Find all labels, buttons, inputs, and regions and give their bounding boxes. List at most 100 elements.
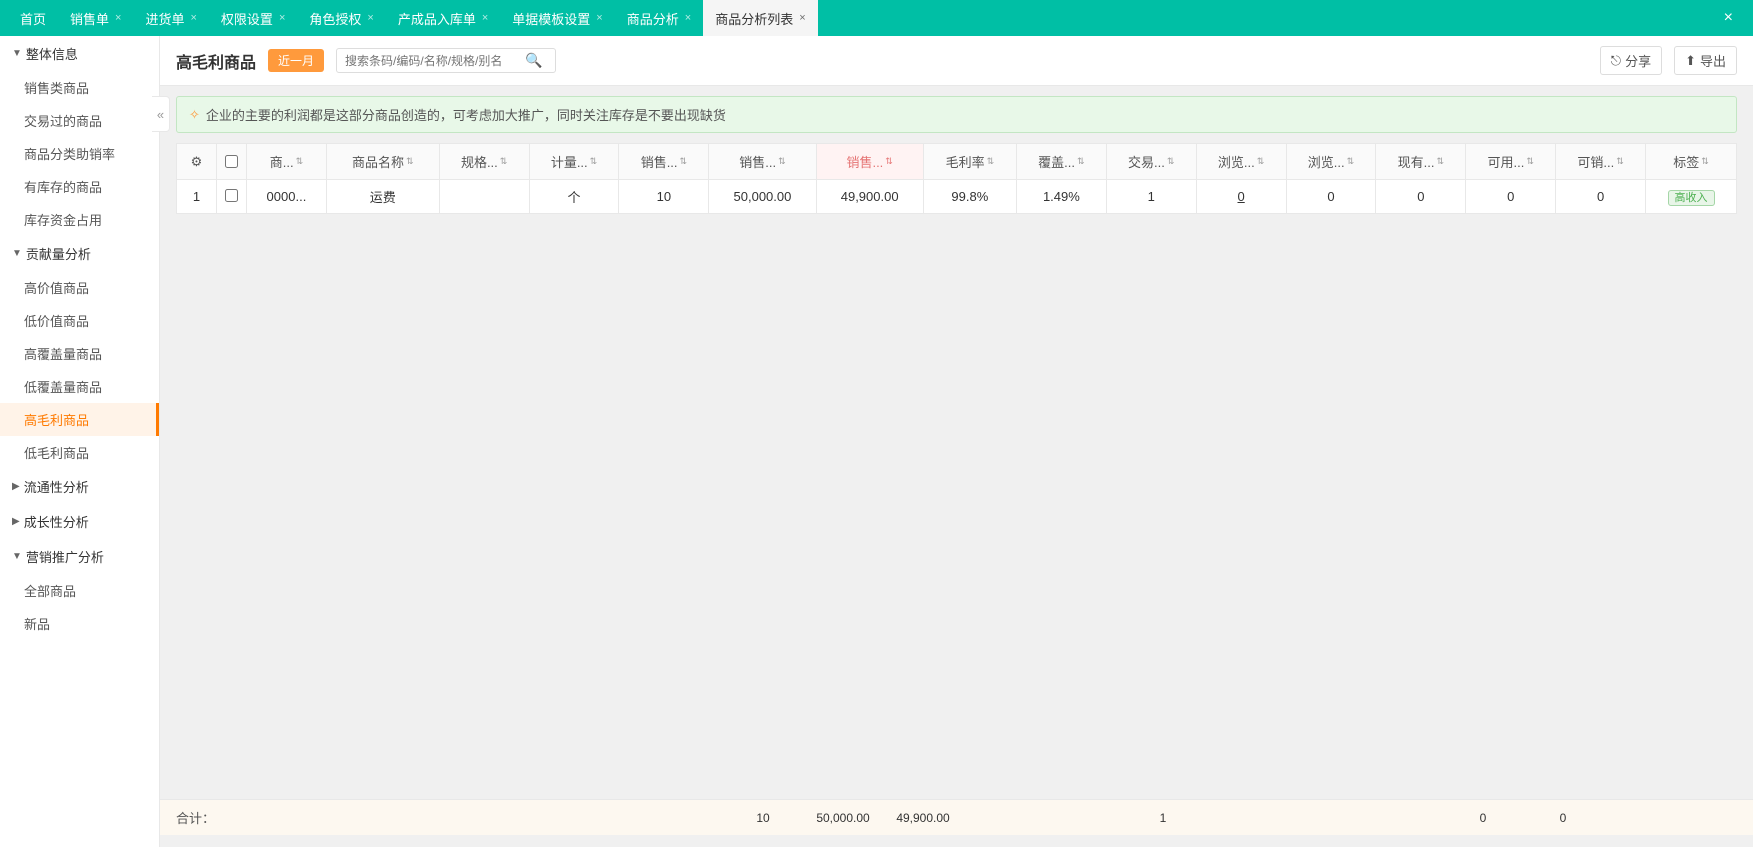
col-available[interactable]: 可用... ⇅ (1466, 144, 1556, 180)
footer-available: 0 (1443, 811, 1523, 825)
sidebar-group-marketing[interactable]: ▼ 营销推广分析 (0, 539, 159, 574)
sidebar-item-high-value[interactable]: 高价值商品 (0, 271, 159, 304)
col-saleable[interactable]: 可销... ⇅ (1556, 144, 1646, 180)
sidebar-item-all-goods[interactable]: 全部商品 (0, 574, 159, 607)
close-icon[interactable]: × (596, 12, 602, 24)
cell-tag: 高收入 (1646, 180, 1737, 214)
sidebar-collapse-button[interactable]: « (152, 96, 170, 132)
col-code[interactable]: 商... ⇅ (247, 144, 327, 180)
sidebar-group-circulation[interactable]: ▶ 流通性分析 (0, 469, 159, 504)
cell-gross-rate: 99.8% (923, 180, 1016, 214)
cell-unit: 个 (529, 180, 619, 214)
close-icon[interactable]: × (279, 12, 285, 24)
data-table: ⚙ 商... ⇅ (176, 143, 1737, 214)
cell-trade-count: 1 (1106, 180, 1196, 214)
sidebar-item-category-rate[interactable]: 商品分类助销率 (0, 137, 159, 170)
nav-sales-order[interactable]: 销售单 × (58, 0, 133, 36)
sidebar-item-sales-goods[interactable]: 销售类商品 (0, 71, 159, 104)
nav-template-settings[interactable]: 单据模板设置 × (500, 0, 614, 36)
sort-icon: ⇅ (500, 156, 508, 167)
col-view2[interactable]: 浏览... ⇅ (1286, 144, 1376, 180)
sort-icon: ⇅ (1616, 156, 1624, 167)
arrow-down-icon: ▼ (12, 551, 22, 562)
footer-saleable: 0 (1523, 811, 1603, 825)
col-unit[interactable]: 计量... ⇅ (529, 144, 619, 180)
sort-icon: ⇅ (1257, 156, 1265, 167)
sidebar-group-overall[interactable]: ▼ 整体信息 (0, 36, 159, 71)
sort-icon: ⇅ (987, 156, 995, 167)
cell-code: 0000... (247, 180, 327, 214)
col-sale-qty[interactable]: 销售... ⇅ (619, 144, 709, 180)
nav-home[interactable]: 首页 (8, 0, 58, 36)
search-input[interactable] (345, 54, 525, 68)
share-button[interactable]: ⎋ 分享 (1600, 46, 1662, 75)
col-stock[interactable]: 现有... ⇅ (1376, 144, 1466, 180)
export-button[interactable]: ⬆ 导出 (1674, 46, 1737, 75)
sidebar-group-growth[interactable]: ▶ 成长性分析 (0, 504, 159, 539)
sort-icon: ⇅ (885, 156, 893, 167)
cell-stock: 0 (1376, 180, 1466, 214)
sidebar-item-stock-funds[interactable]: 库存资金占用 (0, 203, 159, 236)
nav-product-analysis[interactable]: 商品分析 × (615, 0, 703, 36)
row-checkbox[interactable] (225, 189, 238, 202)
sort-icon: ⇅ (296, 156, 304, 167)
col-coverage[interactable]: 覆盖... ⇅ (1016, 144, 1106, 180)
search-icon[interactable]: 🔍 (525, 52, 542, 69)
horizontal-scrollbar[interactable] (176, 835, 1737, 847)
arrow-down-icon: ▼ (12, 248, 22, 259)
sidebar-item-low-value[interactable]: 低价值商品 (0, 304, 159, 337)
close-icon[interactable]: × (115, 12, 121, 24)
nav-purchase-order[interactable]: 进货单 × (133, 0, 208, 36)
top-navigation: 首页 销售单 × 进货单 × 权限设置 × 角色授权 × 产成品入库单 × 单据… (0, 0, 1753, 36)
table-row: 1 0000... 运费 (177, 180, 1737, 214)
sidebar: ▼ 整体信息 销售类商品 交易过的商品 商品分类助销率 有库存的商品 库存资金占… (0, 36, 160, 847)
info-banner: ✧ 企业的主要的利润都是这部分商品创造的，可考虑加大推广，同时关注库存是不要出现… (176, 96, 1737, 133)
page-title: 高毛利商品 (176, 49, 256, 73)
sidebar-item-low-coverage[interactable]: 低覆盖量商品 (0, 370, 159, 403)
nav-role-auth[interactable]: 角色授权 × (297, 0, 385, 36)
settings-icon[interactable]: ⚙ (191, 154, 203, 170)
sidebar-item-high-gross[interactable]: 高毛利商品 (0, 403, 159, 436)
sidebar-item-low-gross[interactable]: 低毛利商品 (0, 436, 159, 469)
close-icon[interactable]: × (367, 12, 373, 24)
col-sale-profit[interactable]: 销售... ⇅ (816, 144, 923, 180)
col-name[interactable]: 商品名称 ⇅ (326, 144, 439, 180)
cell-sale-profit: 49,900.00 (816, 180, 923, 214)
col-gross-rate[interactable]: 毛利率 ⇅ (923, 144, 1016, 180)
sidebar-group-contribution[interactable]: ▼ 贡献量分析 (0, 236, 159, 271)
col-tag[interactable]: 标签 ⇅ (1646, 144, 1737, 180)
sort-icon: ⇅ (1347, 156, 1355, 167)
cell-spec (439, 180, 529, 214)
nav-product-analysis-list[interactable]: 商品分析列表 × (703, 0, 817, 36)
window-close-button[interactable]: × (1712, 9, 1745, 27)
nav-permission-settings[interactable]: 权限设置 × (209, 0, 297, 36)
arrow-down-icon: ▼ (12, 48, 22, 59)
close-icon[interactable]: × (799, 12, 805, 24)
sidebar-item-traded-goods[interactable]: 交易过的商品 (0, 104, 159, 137)
cell-coverage: 1.49% (1016, 180, 1106, 214)
sidebar-item-new-goods[interactable]: 新品 (0, 607, 159, 640)
close-icon[interactable]: × (190, 12, 196, 24)
col-index: ⚙ (177, 144, 217, 180)
col-trade-count[interactable]: 交易... ⇅ (1106, 144, 1196, 180)
table-footer: 合计： 10 50,000.00 49,900.00 1 (160, 799, 1753, 835)
select-all-checkbox[interactable] (225, 155, 238, 168)
arrow-right-icon: ▶ (12, 481, 20, 492)
cell-saleable: 0 (1556, 180, 1646, 214)
col-spec[interactable]: 规格... ⇅ (439, 144, 529, 180)
close-icon[interactable]: × (685, 12, 691, 24)
sidebar-item-high-coverage[interactable]: 高覆盖量商品 (0, 337, 159, 370)
close-icon[interactable]: × (482, 12, 488, 24)
cell-sale-amt: 50,000.00 (709, 180, 816, 214)
cell-available: 0 (1466, 180, 1556, 214)
nav-product-inbound[interactable]: 产成品入库单 × (386, 0, 500, 36)
cell-view1: 0 (1196, 180, 1286, 214)
col-sale-amt[interactable]: 销售... ⇅ (709, 144, 816, 180)
col-view1[interactable]: 浏览... ⇅ (1196, 144, 1286, 180)
footer-sale-amt: 50,000.00 (803, 811, 883, 825)
share-icon: ⎋ (1611, 53, 1621, 69)
table-container[interactable]: ⚙ 商... ⇅ (176, 143, 1737, 799)
sidebar-item-in-stock[interactable]: 有库存的商品 (0, 170, 159, 203)
date-filter-button[interactable]: 近一月 (268, 49, 324, 72)
sort-icon: ⇅ (1701, 156, 1709, 167)
